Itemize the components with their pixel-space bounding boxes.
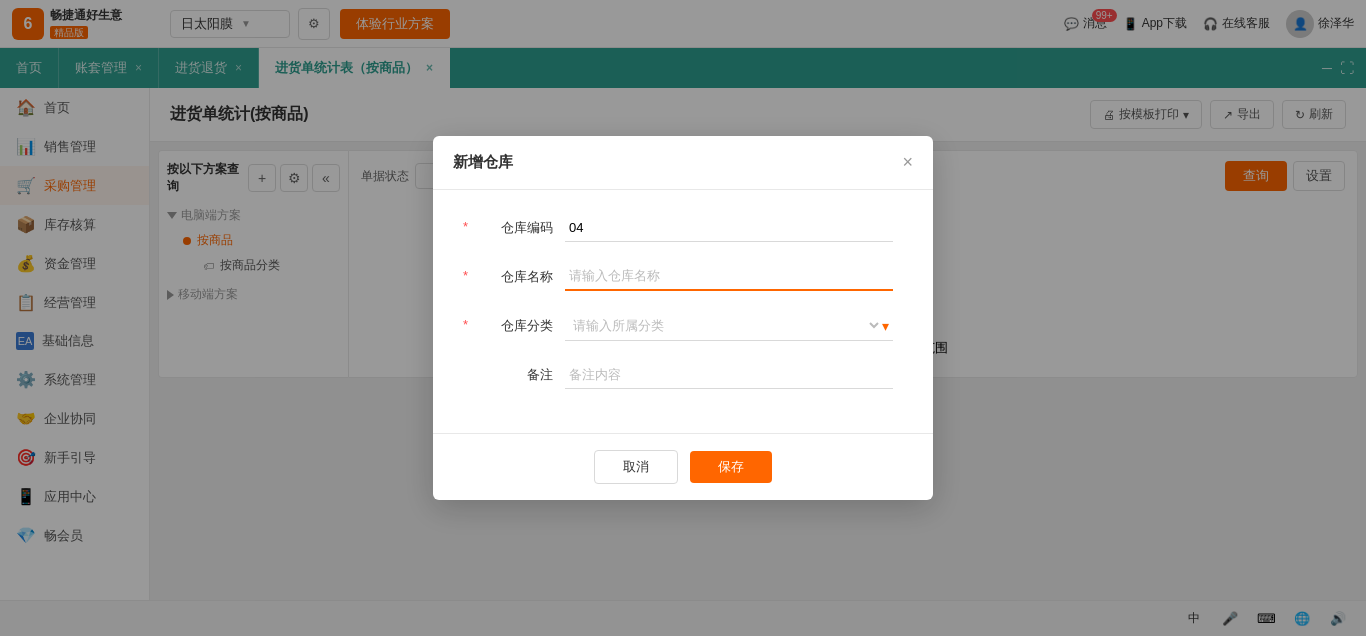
modal-overlay[interactable]: 新增仓库 × 仓库编码 仓库名称 仓库分类 请输入所属分类 ▾ (0, 0, 1366, 636)
form-row-code: 仓库编码 (473, 214, 893, 242)
save-button[interactable]: 保存 (690, 451, 772, 483)
note-label: 备注 (473, 366, 553, 384)
name-label: 仓库名称 (473, 268, 553, 286)
note-input[interactable] (565, 361, 893, 389)
category-select-area: 请输入所属分类 ▾ (565, 311, 893, 341)
form-row-note: 备注 (473, 361, 893, 389)
modal-footer: 取消 保存 (433, 433, 933, 500)
modal-close-button[interactable]: × (902, 152, 913, 173)
add-warehouse-modal: 新增仓库 × 仓库编码 仓库名称 仓库分类 请输入所属分类 ▾ (433, 136, 933, 500)
chevron-down-icon: ▾ (882, 318, 889, 334)
form-row-name: 仓库名称 (473, 262, 893, 291)
code-label: 仓库编码 (473, 219, 553, 237)
form-row-category: 仓库分类 请输入所属分类 ▾ (473, 311, 893, 341)
category-label: 仓库分类 (473, 317, 553, 335)
code-input[interactable] (565, 214, 893, 242)
category-select[interactable]: 请输入所属分类 (569, 317, 882, 334)
modal-body: 仓库编码 仓库名称 仓库分类 请输入所属分类 ▾ 备注 (433, 190, 933, 433)
cancel-button[interactable]: 取消 (594, 450, 678, 484)
modal-title: 新增仓库 (453, 153, 513, 172)
name-input[interactable] (565, 262, 893, 291)
modal-header: 新增仓库 × (433, 136, 933, 190)
